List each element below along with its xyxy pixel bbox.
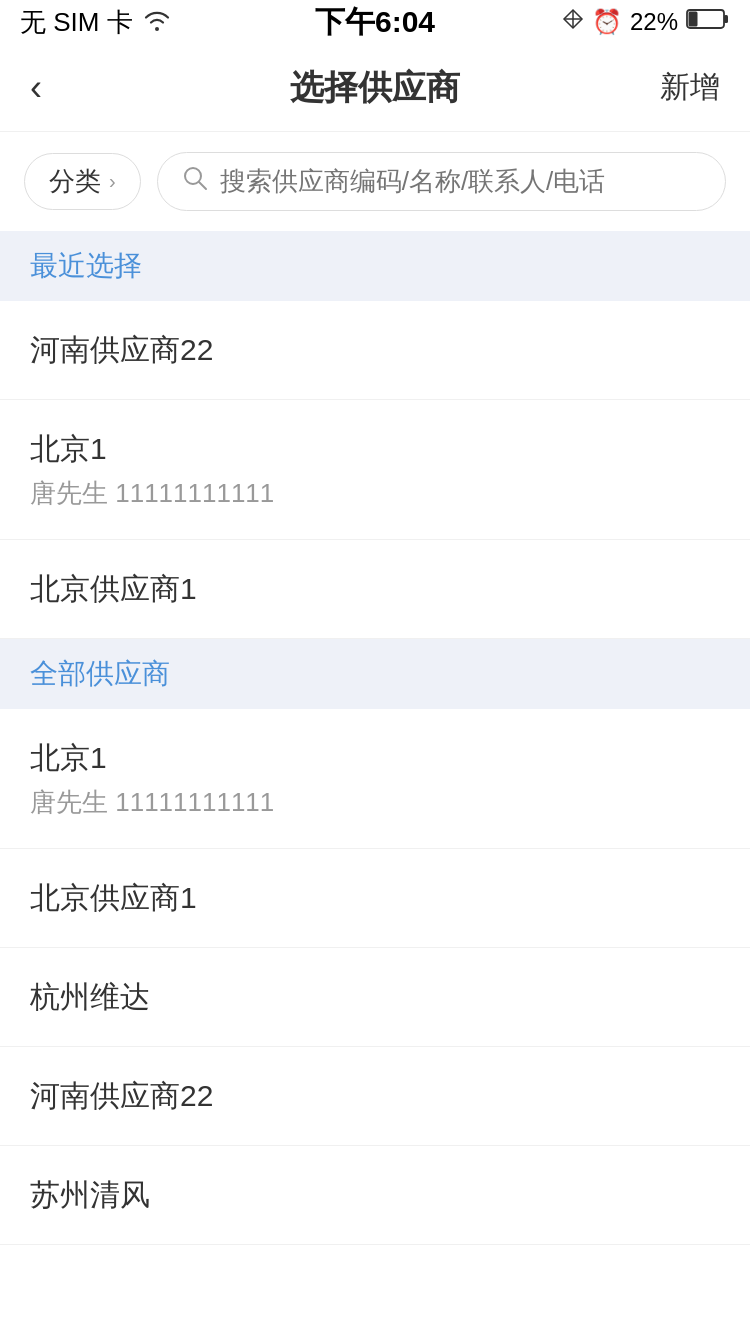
item-name: 北京供应商1	[30, 568, 720, 610]
new-action-button[interactable]: 新增	[660, 67, 720, 108]
list-item[interactable]: 河南供应商22	[0, 301, 750, 400]
chevron-right-icon: ›	[109, 170, 116, 193]
nav-bar: ‹ 选择供应商 新增	[0, 44, 750, 132]
location-icon	[562, 8, 584, 36]
item-sub: 唐先生 11111111111	[30, 476, 720, 511]
search-input[interactable]	[220, 166, 701, 197]
svg-rect-1	[724, 15, 728, 23]
filter-bar: 分类 ›	[0, 132, 750, 231]
all-section-header: 全部供应商	[0, 639, 750, 709]
category-label: 分类	[49, 164, 101, 199]
item-name: 北京1	[30, 737, 720, 779]
item-name: 杭州维达	[30, 976, 720, 1018]
page-title: 选择供应商	[290, 65, 460, 111]
recent-section-label: 最近选择	[30, 250, 142, 281]
status-left: 无 SIM 卡	[20, 5, 171, 40]
status-bar: 无 SIM 卡 下午6:04 ⏰ 22%	[0, 0, 750, 44]
list-item[interactable]: 杭州维达	[0, 948, 750, 1047]
recent-items-list: 河南供应商22 北京1 唐先生 11111111111 北京供应商1	[0, 301, 750, 639]
sim-status: 无 SIM 卡	[20, 5, 133, 40]
status-time: 下午6:04	[315, 2, 435, 43]
list-item[interactable]: 河南供应商22	[0, 1047, 750, 1146]
list-item[interactable]: 苏州清风	[0, 1146, 750, 1245]
item-name: 北京1	[30, 428, 720, 470]
item-name: 河南供应商22	[30, 1075, 720, 1117]
battery-text: 22%	[630, 8, 678, 36]
back-button[interactable]: ‹	[30, 67, 90, 109]
search-icon	[182, 165, 208, 198]
item-name: 河南供应商22	[30, 329, 720, 371]
list-item[interactable]: 北京1 唐先生 11111111111	[0, 400, 750, 540]
svg-line-4	[199, 182, 206, 189]
list-item[interactable]: 北京供应商1	[0, 540, 750, 639]
all-section-label: 全部供应商	[30, 658, 170, 689]
list-item[interactable]: 北京供应商1	[0, 849, 750, 948]
search-box[interactable]	[157, 152, 726, 211]
all-items-list: 北京1 唐先生 11111111111 北京供应商1 杭州维达河南供应商22 苏州清风	[0, 709, 750, 1245]
recent-section-header: 最近选择	[0, 231, 750, 301]
item-name: 苏州清风	[30, 1174, 720, 1216]
category-filter-button[interactable]: 分类 ›	[24, 153, 141, 210]
status-right: ⏰ 22%	[562, 8, 730, 36]
alarm-icon: ⏰	[592, 8, 622, 36]
item-sub: 唐先生 11111111111	[30, 785, 720, 820]
battery-icon	[686, 8, 730, 36]
svg-rect-2	[689, 12, 698, 27]
wifi-icon	[143, 7, 171, 38]
item-name: 北京供应商1	[30, 877, 720, 919]
list-item[interactable]: 北京1 唐先生 11111111111	[0, 709, 750, 849]
